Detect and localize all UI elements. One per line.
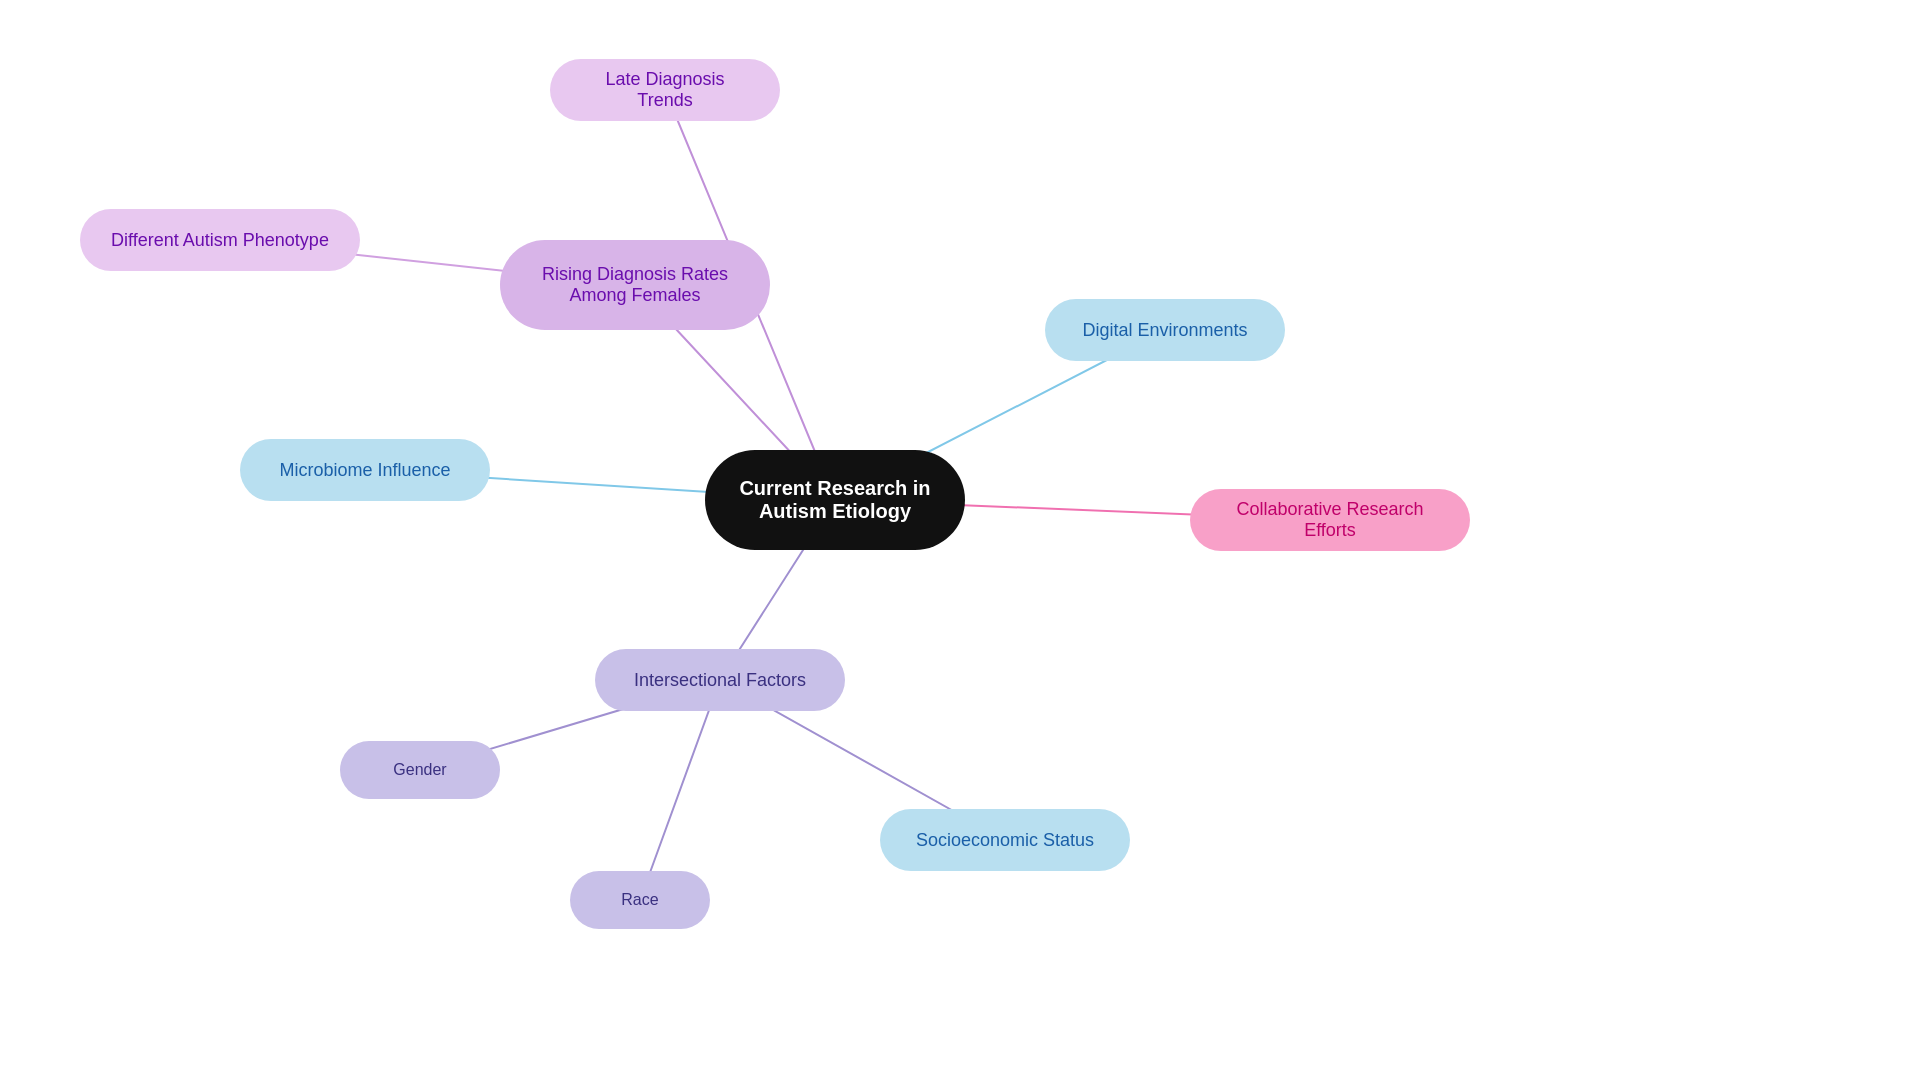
node-gender[interactable]: Gender	[340, 741, 500, 799]
node-different-autism[interactable]: Different Autism Phenotype	[80, 209, 360, 271]
node-intersectional[interactable]: Intersectional Factors	[595, 649, 845, 711]
connections-svg	[0, 0, 1920, 1083]
svg-line-8	[640, 680, 720, 900]
node-late-diagnosis[interactable]: Late Diagnosis Trends	[550, 59, 780, 121]
node-race[interactable]: Race	[570, 871, 710, 929]
mind-map-container: Current Research in Autism Etiology Late …	[0, 0, 1920, 1083]
node-microbiome[interactable]: Microbiome Influence	[240, 439, 490, 501]
node-center[interactable]: Current Research in Autism Etiology	[705, 450, 965, 550]
node-digital-environments[interactable]: Digital Environments	[1045, 299, 1285, 361]
node-socioeconomic[interactable]: Socioeconomic Status	[880, 809, 1130, 871]
node-collaborative-research[interactable]: Collaborative Research Efforts	[1190, 489, 1470, 551]
node-rising-diagnosis[interactable]: Rising Diagnosis Rates Among Females	[500, 240, 770, 330]
